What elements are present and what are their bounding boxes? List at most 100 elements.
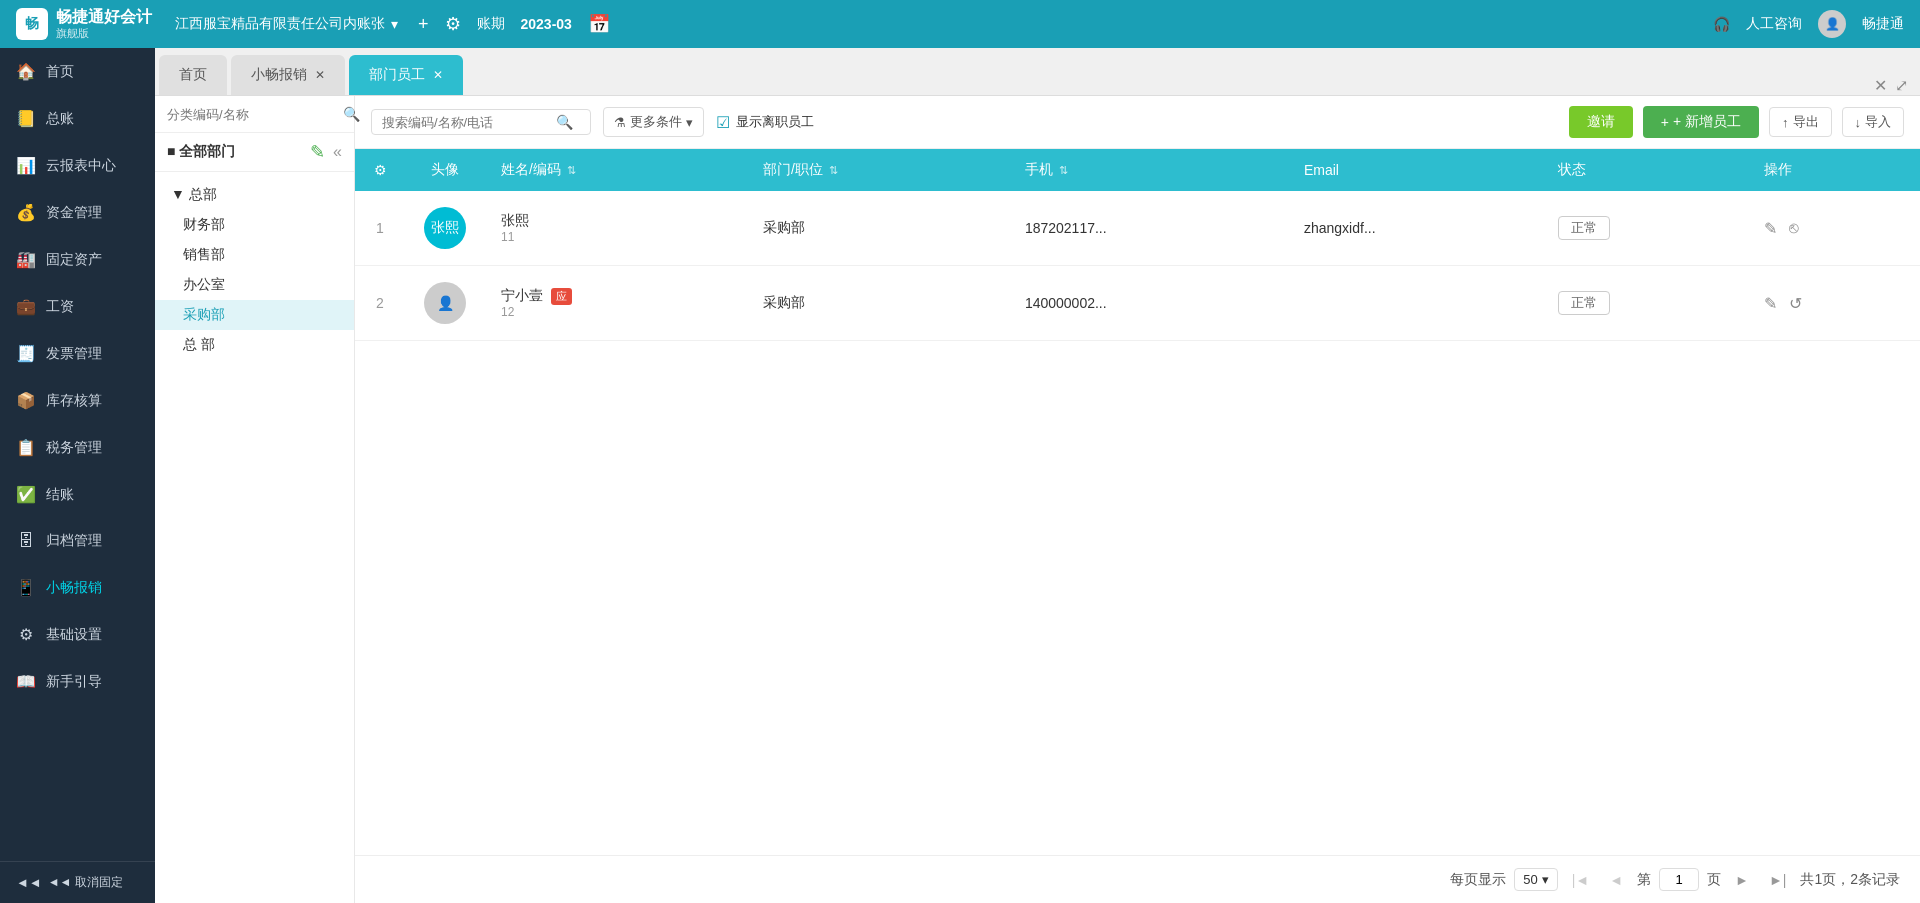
employee-search: 🔍 bbox=[371, 109, 591, 135]
collapse-icon[interactable]: « bbox=[333, 143, 342, 161]
dept-node-office[interactable]: 办公室 bbox=[155, 270, 354, 300]
avatar: 👤 bbox=[1818, 10, 1846, 38]
dept-edit-icon[interactable]: ✎ bbox=[310, 141, 325, 163]
sidebar-item-salary[interactable]: 💼 工资 bbox=[0, 283, 155, 330]
prev-page-button[interactable]: ◄ bbox=[1603, 870, 1629, 890]
first-page-button[interactable]: |◄ bbox=[1566, 870, 1596, 890]
sidebar-label-tax: 税务管理 bbox=[46, 439, 102, 457]
chevron-down-icon: ▾ bbox=[686, 115, 693, 130]
sidebar-item-closing[interactable]: ✅ 结账 bbox=[0, 471, 155, 518]
pagination: 每页显示 50 ▾ |◄ ◄ 第 页 ► ►| 共1页，2条记录 bbox=[355, 855, 1920, 903]
sidebar-label-guide: 新手引导 bbox=[46, 673, 102, 691]
tab-department[interactable]: 部门员工 ✕ bbox=[349, 55, 463, 95]
tab-expense[interactable]: 小畅报销 ✕ bbox=[231, 55, 345, 95]
calendar-icon[interactable]: 📅 bbox=[588, 13, 610, 35]
edit-icon[interactable]: ✎ bbox=[1764, 294, 1777, 313]
table-row: 2 👤 宁小壹 应 bbox=[355, 266, 1920, 341]
page-unit: 页 bbox=[1707, 871, 1721, 889]
category-search: 🔍 bbox=[155, 96, 354, 133]
action-cell: ✎ ↺ bbox=[1748, 266, 1920, 341]
dept-cell: 采购部 bbox=[747, 266, 1009, 341]
add-employee-label: + 新增员工 bbox=[1673, 113, 1741, 131]
sidebar-item-home[interactable]: 🏠 首页 bbox=[0, 48, 155, 95]
support-label[interactable]: 人工咨询 bbox=[1746, 15, 1802, 33]
last-page-button[interactable]: ►| bbox=[1763, 870, 1793, 890]
table-body: 1 张熙 张熙 11 采购部 bbox=[355, 191, 1920, 341]
edit-icon[interactable]: ✎ bbox=[1764, 219, 1777, 238]
chevron-down-icon: ▾ bbox=[1542, 872, 1549, 887]
sidebar-label-salary: 工资 bbox=[46, 298, 74, 316]
period-value: 2023-03 bbox=[521, 16, 572, 32]
header-right: 🎧 人工咨询 👤 畅捷通 bbox=[1713, 10, 1904, 38]
sidebar-item-finance[interactable]: 💰 资金管理 bbox=[0, 189, 155, 236]
dept-label-sales: 销售部 bbox=[183, 246, 225, 262]
col-phone[interactable]: 手机 ⇅ bbox=[1009, 149, 1288, 191]
employee-search-input[interactable] bbox=[382, 115, 550, 130]
sidebar-item-expense[interactable]: 📱 小畅报销 bbox=[0, 564, 155, 611]
sidebar-label-expense: 小畅报销 bbox=[46, 579, 102, 597]
pin-toggle[interactable]: ◄◄ ◄◄ 取消固定 bbox=[0, 861, 155, 903]
sidebar-item-invoice[interactable]: 🧾 发票管理 bbox=[0, 330, 155, 377]
archive-icon: 🗄 bbox=[16, 532, 36, 550]
settings-icon[interactable]: ⚙ bbox=[445, 13, 461, 35]
sidebar-label-settings: 基础设置 bbox=[46, 626, 102, 644]
sidebar-item-guide[interactable]: 📖 新手引导 bbox=[0, 658, 155, 705]
top-header: 畅 畅捷通好会计 旗舰版 江西服宝精品有限责任公司内账张 ▾ + ⚙ 账期 20… bbox=[0, 0, 1920, 48]
sidebar-item-ledger[interactable]: 📒 总账 bbox=[0, 95, 155, 142]
phone-cell: 187202117... bbox=[1009, 191, 1288, 266]
dept-node-general[interactable]: ▼ 总部 bbox=[155, 180, 354, 210]
more-filter-button[interactable]: ⚗ 更多条件 ▾ bbox=[603, 107, 704, 137]
dept-node-hq[interactable]: 总 部 bbox=[155, 330, 354, 360]
close-icon[interactable]: ✕ bbox=[433, 68, 443, 82]
sidebar-item-assets[interactable]: 🏭 固定资产 bbox=[0, 236, 155, 283]
per-page-value: 50 bbox=[1523, 872, 1537, 887]
next-page-button[interactable]: ► bbox=[1729, 870, 1755, 890]
settings-nav-icon: ⚙ bbox=[16, 625, 36, 644]
ledger-icon: 📒 bbox=[16, 109, 36, 128]
logout-icon[interactable]: ⎋ bbox=[1789, 219, 1799, 238]
search-icon[interactable]: 🔍 bbox=[556, 114, 573, 130]
sidebar-item-reports[interactable]: 📊 云报表中心 bbox=[0, 142, 155, 189]
sidebar-item-tax[interactable]: 📋 税务管理 bbox=[0, 424, 155, 471]
per-page-select[interactable]: 50 ▾ bbox=[1514, 868, 1557, 891]
all-dept-label[interactable]: ■ 全部部门 bbox=[167, 143, 235, 161]
show-resigned-toggle[interactable]: ☑ 显示离职员工 bbox=[716, 113, 814, 132]
col-name[interactable]: 姓名/编码 ⇅ bbox=[485, 149, 747, 191]
status-badge: 正常 bbox=[1558, 216, 1610, 240]
period-label: 账期 bbox=[477, 15, 505, 33]
close-window-icon[interactable]: ✕ bbox=[1874, 76, 1887, 95]
close-icon[interactable]: ✕ bbox=[315, 68, 325, 82]
logo-icon: 畅 bbox=[16, 8, 48, 40]
dept-node-sales[interactable]: 销售部 bbox=[155, 240, 354, 270]
col-dept[interactable]: 部门/职位 ⇅ bbox=[747, 149, 1009, 191]
col-action: 操作 bbox=[1748, 149, 1920, 191]
email-cell bbox=[1288, 266, 1542, 341]
avatar-cell: 张熙 bbox=[405, 191, 485, 266]
sidebar-label-archive: 归档管理 bbox=[46, 532, 102, 550]
import-button[interactable]: ↓ 导入 bbox=[1842, 107, 1905, 137]
company-selector[interactable]: 江西服宝精品有限责任公司内账张 ▾ bbox=[175, 15, 398, 33]
reset-icon[interactable]: ↺ bbox=[1789, 294, 1802, 313]
expand-icon[interactable]: ⤢ bbox=[1895, 76, 1908, 95]
avatar: 👤 bbox=[424, 282, 466, 324]
sidebar-item-inventory[interactable]: 📦 库存核算 bbox=[0, 377, 155, 424]
salary-icon: 💼 bbox=[16, 297, 36, 316]
export-label: 导出 bbox=[1793, 113, 1819, 131]
col-settings[interactable]: ⚙ bbox=[355, 149, 405, 191]
logo-main-text: 畅捷通好会计 bbox=[56, 7, 152, 26]
add-employee-button[interactable]: + + 新增员工 bbox=[1643, 106, 1759, 138]
dept-node-finance[interactable]: 财务部 bbox=[155, 210, 354, 240]
sidebar-item-archive[interactable]: 🗄 归档管理 bbox=[0, 518, 155, 564]
dept-node-purchasing[interactable]: 采购部 bbox=[155, 300, 354, 330]
tab-expense-label: 小畅报销 bbox=[251, 66, 307, 84]
dept-label-purchasing: 采购部 bbox=[183, 306, 225, 322]
sidebar-item-settings[interactable]: ⚙ 基础设置 bbox=[0, 611, 155, 658]
tab-home[interactable]: 首页 bbox=[159, 55, 227, 95]
logo-area: 畅 畅捷通好会计 旗舰版 bbox=[16, 7, 171, 41]
tag-badge: 应 bbox=[551, 288, 572, 305]
add-icon[interactable]: + bbox=[418, 14, 429, 35]
export-button[interactable]: ↑ 导出 bbox=[1769, 107, 1832, 137]
invite-button[interactable]: 邀请 bbox=[1569, 106, 1633, 138]
page-input[interactable] bbox=[1659, 868, 1699, 891]
category-search-input[interactable] bbox=[167, 107, 335, 122]
